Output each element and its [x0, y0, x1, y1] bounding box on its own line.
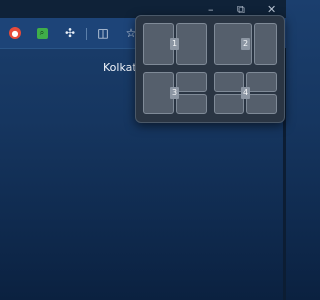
snap-zone-top-right[interactable] [246, 72, 277, 92]
snap-layout-number: 1 [170, 38, 179, 50]
snap-layout-4: 4 [214, 72, 277, 114]
snap-layout-number: 4 [241, 87, 250, 99]
extension-red-icon: ● [9, 27, 21, 39]
snap-zone-top-left[interactable] [214, 72, 244, 92]
snap-layout-2: 2 [214, 23, 277, 65]
snap-zone-right-narrow[interactable] [254, 23, 277, 65]
split-screen-icon: ◫ [97, 26, 109, 40]
close-button[interactable]: ✕ [267, 4, 276, 15]
snap-zone-bottom-right[interactable] [246, 94, 277, 114]
snap-zone-top-right[interactable] [176, 72, 207, 92]
split-screen-button[interactable]: ◫ [94, 24, 112, 42]
snap-layout-number: 3 [170, 87, 179, 99]
extension-green-icon: ⌕ [36, 27, 48, 39]
extensions-button[interactable]: ✣ [61, 24, 79, 42]
extension-puzzle-icon: ✣ [64, 26, 76, 40]
snap-zone-bottom-right[interactable] [176, 94, 207, 114]
snap-zone-right[interactable] [176, 23, 207, 65]
restore-button[interactable]: ⧉ [237, 4, 245, 15]
minimize-button[interactable]: – [208, 4, 214, 15]
snap-zone-bottom-left[interactable] [214, 94, 244, 114]
snap-layouts-flyout: 1 2 3 4 [135, 15, 285, 123]
toolbar-separator [86, 28, 87, 40]
snap-layout-1: 1 [143, 23, 207, 65]
extension-green-button[interactable]: ⌕ [33, 24, 51, 42]
snap-layout-number: 2 [241, 38, 250, 50]
snap-layout-3: 3 [143, 72, 207, 114]
extension-red-button[interactable]: ● [6, 24, 24, 42]
